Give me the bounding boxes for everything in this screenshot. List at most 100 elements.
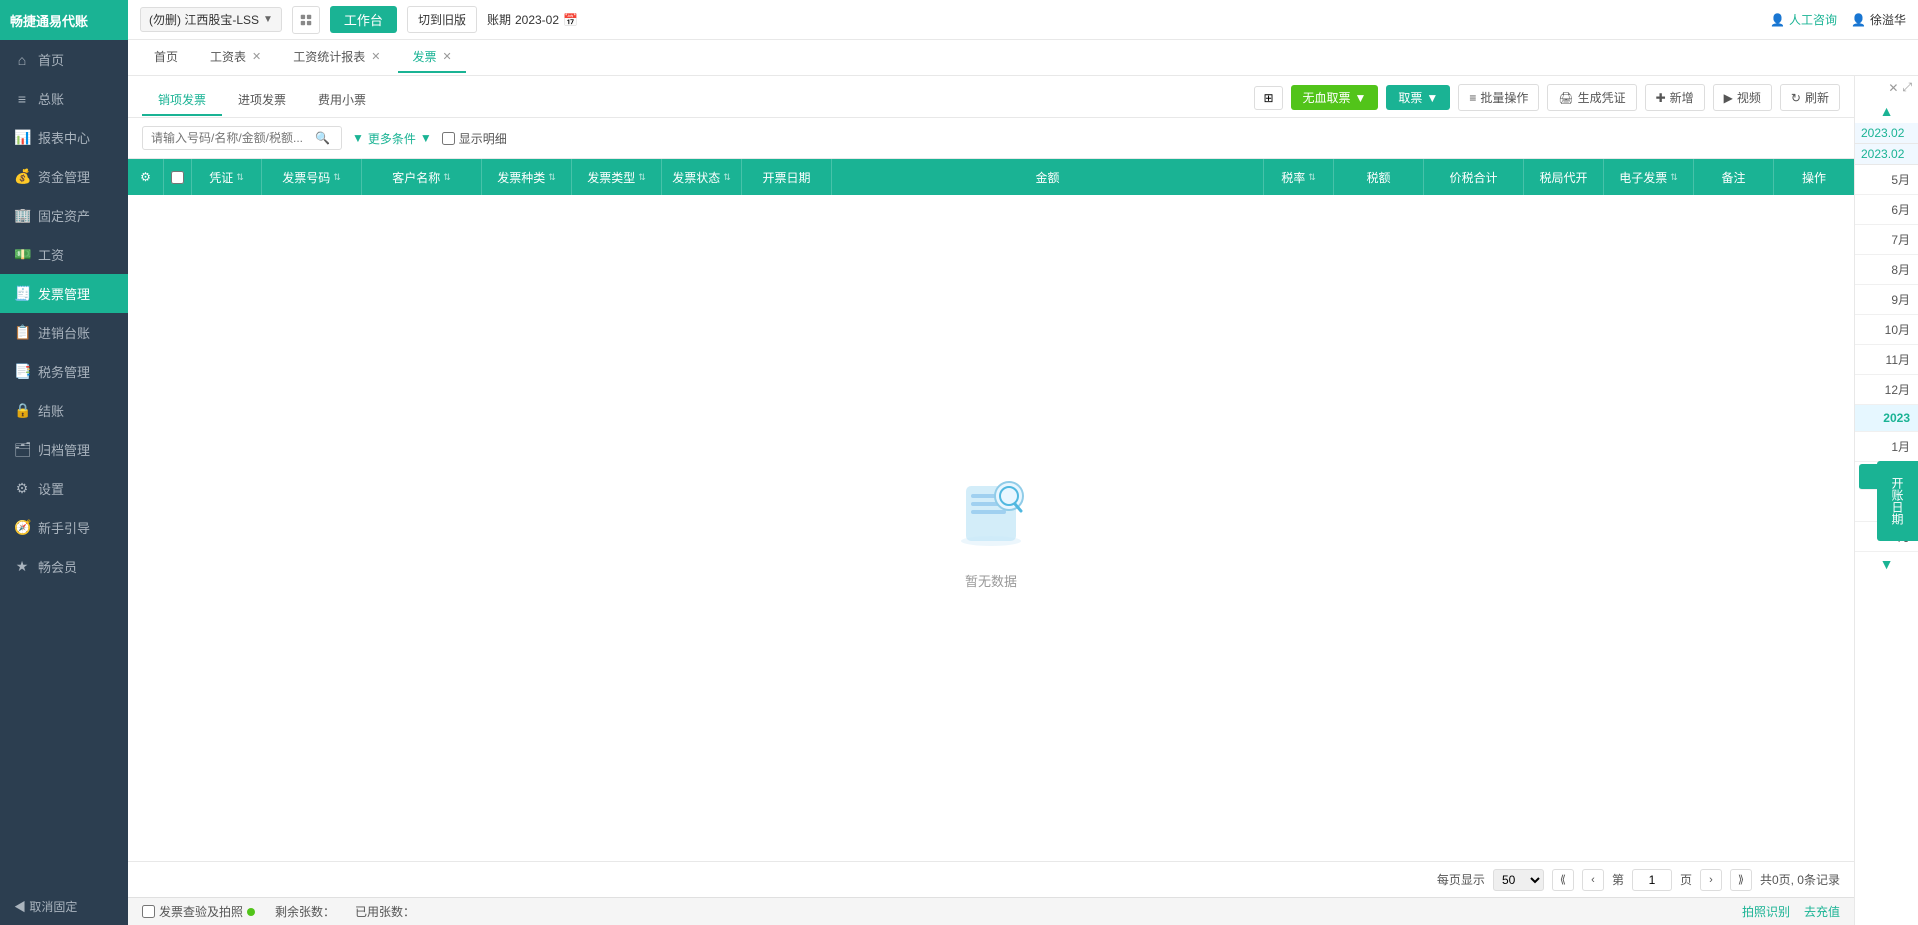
more-filter-button[interactable]: ▼ 更多条件 ▼ (352, 130, 432, 147)
tab-salary-stat-close[interactable]: ✕ (371, 50, 380, 63)
show-detail-checkbox[interactable] (442, 132, 455, 145)
sidebar-unpin[interactable]: ◀ 取消固定 (0, 888, 128, 925)
page-number-input[interactable] (1632, 869, 1672, 891)
subtab-expense[interactable]: 费用小票 (302, 85, 382, 116)
invite-link[interactable]: 拍照识别 (1742, 903, 1790, 920)
date-month-10[interactable]: 10月 (1855, 315, 1918, 345)
sidebar-item-member[interactable]: ★ 畅会员 (0, 547, 128, 586)
select-all-checkbox[interactable] (171, 171, 184, 184)
date-month-11[interactable]: 11月 (1855, 345, 1918, 375)
sidebar-item-ledger[interactable]: ≡ 总账 (0, 79, 128, 118)
date-panel-scroll-up[interactable]: ▲ (1855, 99, 1918, 123)
sidebar: 畅捷通易代账 ⌂ 首页 ≡ 总账 📊 报表中心 💰 资金管理 🏢 固定资产 💵 … (0, 0, 128, 925)
th-invoice-no[interactable]: 发票号码 ⇅ (262, 159, 362, 195)
grid-view-button[interactable]: ⊞ (1254, 86, 1282, 110)
date-year-entry-2[interactable]: 2023.02 (1855, 144, 1918, 165)
sidebar-item-label: 税务管理 (38, 362, 90, 381)
sidebar-item-guide[interactable]: 🧭 新手引导 (0, 508, 128, 547)
date-month-5[interactable]: 5月 (1855, 165, 1918, 195)
refresh-button[interactable]: ↻ 刷新 (1780, 84, 1840, 111)
tab-home-label: 首页 (154, 48, 178, 65)
search-input[interactable] (151, 131, 311, 145)
date-panel-close-button[interactable]: ✕ (1888, 81, 1898, 95)
video-icon: ▶ (1724, 91, 1733, 105)
date-year-2023[interactable]: 2023 (1855, 405, 1918, 432)
user-profile[interactable]: 👤 徐溢华 (1851, 11, 1906, 28)
sort-voucher-icon: ⇅ (236, 172, 244, 183)
sidebar-item-tax[interactable]: 📑 税务管理 (0, 352, 128, 391)
invoice-toolbar: 🔍 ▼ 更多条件 ▼ 显示明细 (128, 118, 1854, 159)
th-customer[interactable]: 客户名称 ⇅ (362, 159, 482, 195)
search-box[interactable]: 🔍 (142, 126, 342, 150)
th-checkbox[interactable] (164, 159, 192, 195)
verify-checkbox[interactable] (142, 905, 155, 918)
video-button[interactable]: ▶ 视频 (1713, 84, 1772, 111)
date-panel: ✕ ⤢ ▲ 2023.02 2023.02 5月 6月 7月 8月 (1854, 76, 1918, 925)
th-voucher[interactable]: 凭证 ⇅ (192, 159, 262, 195)
date-panel-scroll-down[interactable]: ▼ (1855, 552, 1918, 576)
date-panel-header: ✕ ⤢ (1855, 76, 1918, 99)
verify-label-container[interactable]: 发票查验及拍照 (142, 903, 255, 920)
open-period-button[interactable]: 开账日期 (1877, 461, 1918, 541)
workbench-button[interactable]: 工作台 (330, 6, 397, 33)
batch-op-button[interactable]: ≡ 批量操作 (1458, 84, 1539, 111)
th-invoice-kind[interactable]: 发票种类 ⇅ (482, 159, 572, 195)
company-selector[interactable]: (勿删) 江西股宝-LSS ▼ (140, 7, 282, 32)
tab-home[interactable]: 首页 (140, 42, 192, 73)
sidebar-item-closing[interactable]: 🔒 结账 (0, 391, 128, 430)
take-invoice-button[interactable]: 取票 ▼ (1386, 85, 1450, 110)
th-invoice-status[interactable]: 发票状态 ⇅ (662, 159, 742, 195)
new-button[interactable]: ✚ 新增 (1645, 84, 1705, 111)
date-panel-expand-button[interactable]: ⤢ (1902, 80, 1912, 95)
tab-salary[interactable]: 工资表 ✕ (196, 42, 275, 73)
sidebar-item-invoice[interactable]: 🧾 发票管理 (0, 274, 128, 313)
date-month-8[interactable]: 8月 (1855, 255, 1918, 285)
date-year-entry-1[interactable]: 2023.02 (1855, 123, 1918, 144)
gen-voucher-button[interactable]: 🖨 生成凭证 (1547, 84, 1636, 111)
last-page-button[interactable]: ⟫ (1730, 869, 1752, 891)
sidebar-item-settings[interactable]: ⚙ 设置 (0, 469, 128, 508)
sidebar-item-label: 畅会员 (38, 557, 77, 576)
sidebar-item-label: 工资 (38, 245, 64, 264)
tab-salary-close[interactable]: ✕ (252, 50, 261, 63)
subtab-sales[interactable]: 销项发票 (142, 85, 222, 116)
date-month-9[interactable]: 9月 (1855, 285, 1918, 315)
topbar-right: 👤 人工咨询 👤 徐溢华 (1770, 11, 1906, 28)
purchase-icon: 📋 (14, 324, 30, 341)
sidebar-item-archive[interactable]: 🗂 归档管理 (0, 430, 128, 469)
th-invoice-type[interactable]: 发票类型 ⇅ (572, 159, 662, 195)
company-settings-icon[interactable] (292, 6, 320, 34)
prev-page-button[interactable]: ‹ (1582, 869, 1604, 891)
grid-icon: ⊞ (1263, 91, 1273, 105)
sidebar-item-purchase[interactable]: 📋 进销台账 (0, 313, 128, 352)
filter-icon: ▼ (352, 131, 364, 145)
sidebar-item-fund[interactable]: 💰 资金管理 (0, 157, 128, 196)
page-label: 第 (1612, 871, 1624, 888)
sidebar-item-home[interactable]: ⌂ 首页 (0, 40, 128, 79)
tab-invoice-close[interactable]: ✕ (443, 50, 452, 63)
ai-consult-link[interactable]: 👤 人工咨询 (1770, 11, 1837, 28)
content-area: 销项发票 进项发票 费用小票 ⊞ 无血取票 ▼ (128, 76, 1918, 925)
date-month-12[interactable]: 12月 (1855, 375, 1918, 405)
recharge-link[interactable]: 去充值 (1804, 903, 1840, 920)
date-month-6[interactable]: 6月 (1855, 195, 1918, 225)
sidebar-item-report[interactable]: 📊 报表中心 (0, 118, 128, 157)
sidebar-item-asset[interactable]: 🏢 固定资产 (0, 196, 128, 235)
th-electronic[interactable]: 电子发票 ⇅ (1604, 159, 1694, 195)
first-page-button[interactable]: ⟪ (1552, 869, 1574, 891)
tab-invoice[interactable]: 发票 ✕ (398, 42, 465, 73)
show-detail-label[interactable]: 显示明细 (442, 130, 507, 147)
date-month-1[interactable]: 1月 (1855, 432, 1918, 462)
sidebar-item-salary[interactable]: 💵 工资 (0, 235, 128, 274)
date-month-7[interactable]: 7月 (1855, 225, 1918, 255)
tab-salary-stat[interactable]: 工资统计报表 ✕ (279, 42, 394, 73)
subtab-purchase[interactable]: 进项发票 (222, 85, 302, 116)
next-page-button[interactable]: › (1700, 869, 1722, 891)
take-arrow: ▼ (1426, 91, 1438, 105)
per-page-select[interactable]: 50 100 200 (1493, 869, 1544, 891)
switch-version-button[interactable]: 切到旧版 (407, 6, 477, 33)
no-deduct-button[interactable]: 无血取票 ▼ (1291, 85, 1379, 110)
topbar: (勿删) 江西股宝-LSS ▼ 工作台 切到旧版 账期 2023-02 📅 👤 … (128, 0, 1918, 40)
th-tax-rate[interactable]: 税率 ⇅ (1264, 159, 1334, 195)
empty-text: 暂无数据 (965, 571, 1017, 590)
